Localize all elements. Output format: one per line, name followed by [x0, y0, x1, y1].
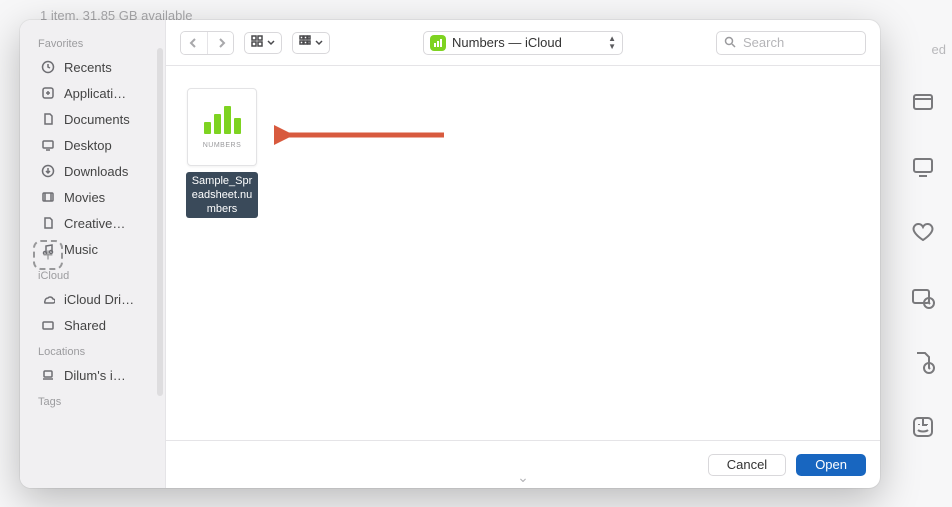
finder-rail-icon[interactable]: [911, 415, 935, 442]
cancel-button[interactable]: Cancel: [708, 454, 786, 476]
cloud-icon: [40, 292, 56, 306]
sidebar-item-local-machine[interactable]: Dilum's i…: [36, 362, 157, 388]
sidebar-item-label: Documents: [64, 112, 130, 127]
grid-icon: [251, 35, 263, 50]
file-browser-content[interactable]: NUMBERS Sample_Spreadsheet.numbers: [166, 66, 880, 440]
sidebar-item-label: Desktop: [64, 138, 112, 153]
sb-heading-favorites: Favorites: [38, 38, 157, 50]
sidebar-item-icloud-drive[interactable]: iCloud Dri…: [36, 286, 157, 312]
file-thumbnail: NUMBERS: [187, 88, 257, 166]
sidebar-item-movies[interactable]: Movies: [36, 184, 157, 210]
chevron-down-icon: [267, 35, 275, 50]
chevron-down-icon: [315, 35, 323, 50]
open-button[interactable]: Open: [796, 454, 866, 476]
doc-icon: [40, 216, 56, 230]
back-button[interactable]: [181, 32, 207, 54]
sidebar-item-label: Music: [64, 242, 98, 257]
file-item[interactable]: NUMBERS Sample_Spreadsheet.numbers: [186, 88, 258, 218]
open-dialog: Favorites Recents Applicati… Documents D…: [20, 20, 880, 488]
folder-clock-rail-icon[interactable]: [911, 285, 935, 312]
numbers-bars-icon: [204, 106, 241, 134]
sidebar-scrollbar[interactable]: [157, 48, 163, 396]
search-input[interactable]: [716, 31, 866, 55]
sidebar-item-label: Shared: [64, 318, 106, 333]
sb-heading-tags: Tags: [38, 396, 157, 408]
sb-heading-locations: Locations: [38, 346, 157, 358]
movie-icon: [40, 190, 56, 204]
sidebar-item-desktop[interactable]: Desktop: [36, 132, 157, 158]
display-rail-icon[interactable]: [911, 155, 935, 182]
heart-rail-icon[interactable]: [911, 220, 935, 247]
dialog-main: Numbers — iCloud ▲▼ NUMBERS Sample_Sprea…: [166, 20, 880, 488]
app-icon: [40, 86, 56, 100]
sidebar-item-label: Dilum's i…: [64, 368, 126, 383]
doc-icon: [40, 112, 56, 126]
sidebar-item-label: Downloads: [64, 164, 128, 179]
annotation-arrow: [274, 120, 454, 150]
laptop-icon: [40, 368, 56, 382]
sidebar-item-applications[interactable]: Applicati…: [36, 80, 157, 106]
resize-handle-icon[interactable]: ⌄: [517, 469, 529, 486]
sidebar-item-documents[interactable]: Documents: [36, 106, 157, 132]
group-icon: [299, 35, 311, 50]
sidebar-item-label: iCloud Dri…: [64, 292, 134, 307]
sidebar-item-label: Movies: [64, 190, 105, 205]
file-name-label: Sample_Spreadsheet.numbers: [186, 172, 258, 218]
file-type-caption: NUMBERS: [203, 142, 242, 149]
view-mode-button[interactable]: [244, 32, 282, 54]
location-dropdown[interactable]: Numbers — iCloud ▲▼: [423, 31, 623, 55]
sidebar-item-downloads[interactable]: Downloads: [36, 158, 157, 184]
sidebar-item-label: Creative…: [64, 216, 125, 231]
sidebar-item-shared[interactable]: Shared: [36, 312, 157, 338]
download-icon: [40, 164, 56, 178]
updown-icon: ▲▼: [608, 35, 616, 51]
location-label: Numbers — iCloud: [452, 35, 562, 50]
desktop-icon: [40, 138, 56, 152]
numbers-app-icon: [430, 35, 446, 51]
sb-heading-icloud: iCloud: [38, 270, 157, 282]
bg-truncated-text: ed: [932, 42, 946, 57]
clock-icon: [40, 60, 56, 74]
add-slot[interactable]: +: [33, 240, 63, 270]
forward-button[interactable]: [207, 32, 233, 54]
dialog-footer: Cancel Open ⌄: [166, 440, 880, 488]
search-icon: [724, 36, 736, 48]
sidebar-item-recents[interactable]: Recents: [36, 54, 157, 80]
sidebar-item-label: Applicati…: [64, 86, 126, 101]
right-rail: [894, 90, 952, 442]
nav-buttons: [180, 31, 234, 55]
doc-clock-rail-icon[interactable]: [911, 350, 935, 377]
search-field-wrap: [716, 31, 866, 55]
sidebar-item-creative[interactable]: Creative…: [36, 210, 157, 236]
group-mode-button[interactable]: [292, 32, 330, 54]
folder-rail-icon[interactable]: [911, 90, 935, 117]
sidebar-item-label: Recents: [64, 60, 112, 75]
folder-shared-icon: [40, 318, 56, 332]
dialog-toolbar: Numbers — iCloud ▲▼: [166, 20, 880, 66]
